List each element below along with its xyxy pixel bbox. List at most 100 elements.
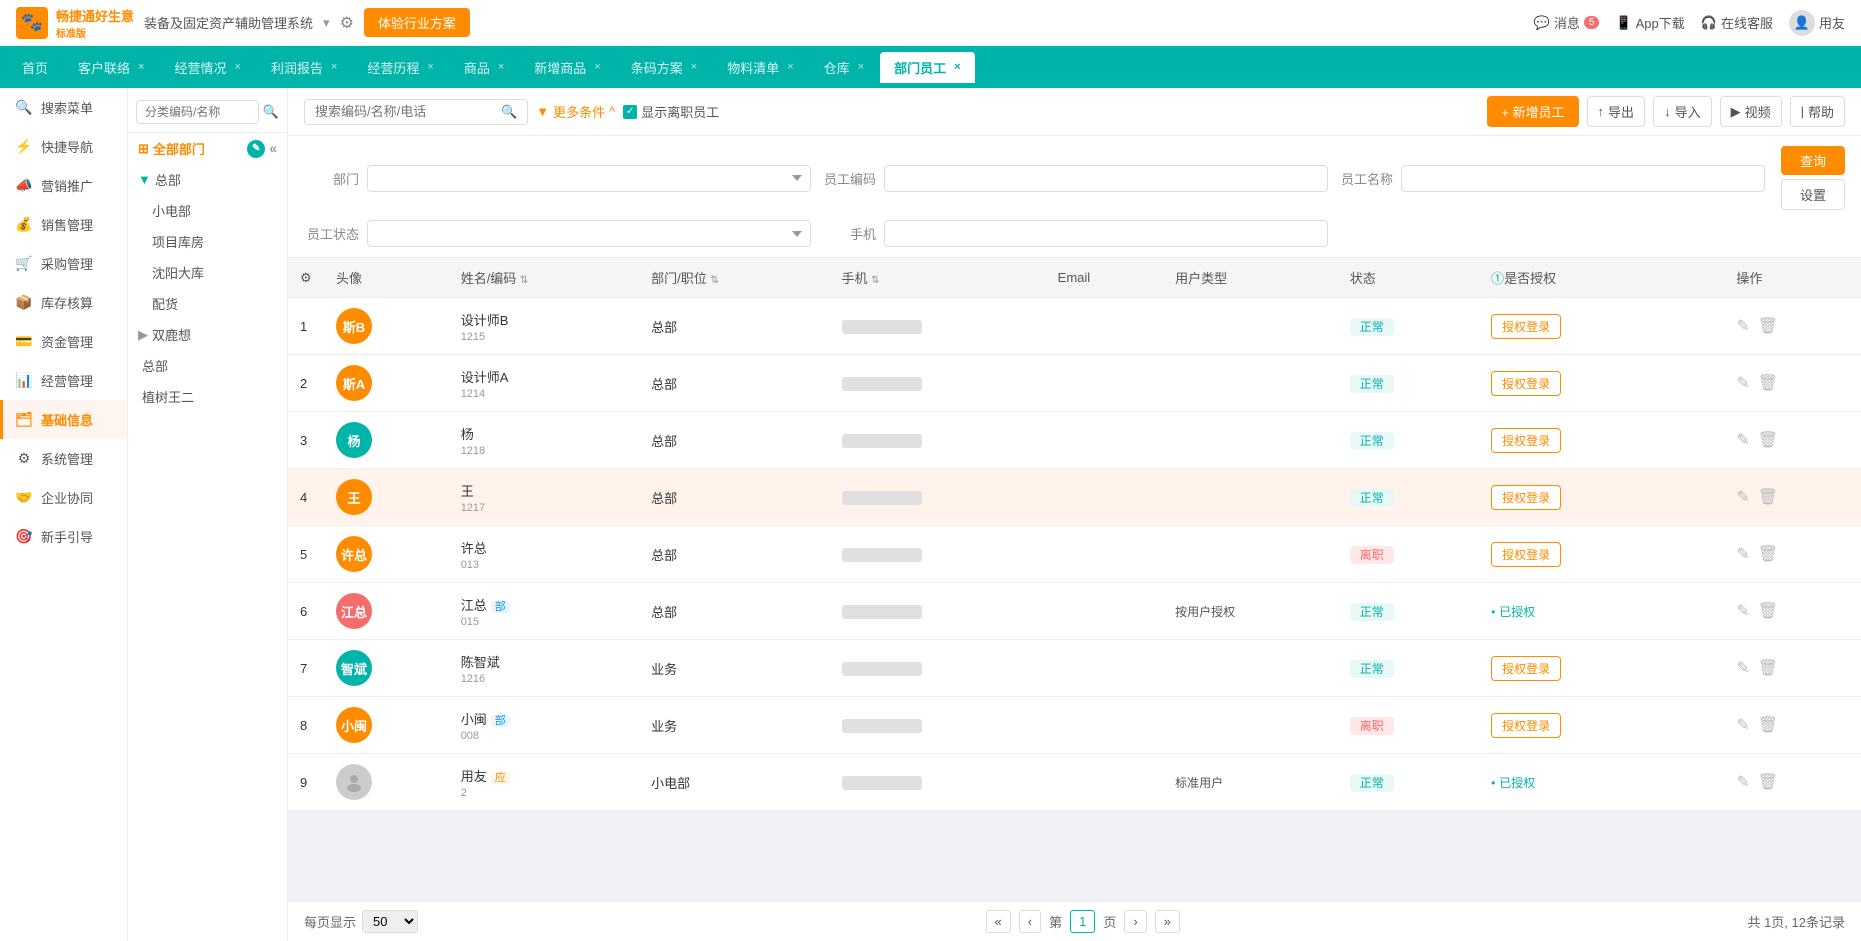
edit-icon[interactable]: ✎ [1736, 544, 1749, 564]
dept-group-header-zongbu[interactable]: ▼ 总部 [128, 164, 287, 195]
export-btn[interactable]: ↑ 导出 [1587, 96, 1646, 127]
col-phone[interactable]: 手机 ⇅ [830, 258, 1046, 298]
tab-business[interactable]: 经营情况 × [160, 52, 254, 83]
tab-process[interactable]: 经营历程 × [353, 52, 447, 83]
tab-department[interactable]: 部门员工 × [880, 52, 974, 83]
dept-item-peihuo[interactable]: 配货 [128, 288, 287, 319]
delete-icon[interactable]: 🗑 [1758, 601, 1778, 621]
edit-icon[interactable]: ✎ [1736, 601, 1749, 621]
auth-login-btn[interactable]: 授权登录 [1491, 371, 1561, 396]
delete-icon[interactable]: 🗑 [1758, 430, 1778, 450]
dropdown-arrow-icon[interactable]: ▾ [323, 15, 330, 31]
dept-group-header-shuanglu[interactable]: ▶ 双鹿想 [128, 319, 287, 350]
dept-item-shenyang[interactable]: 沈阳大库 [128, 257, 287, 288]
sidebar-item-business[interactable]: 📊经营管理 [0, 361, 127, 400]
view-btn[interactable]: ▶ 视频 [1720, 96, 1782, 127]
online-service-btn[interactable]: 🎧 在线客服 [1701, 13, 1773, 32]
close-icon[interactable]: × [787, 61, 793, 73]
message-btn[interactable]: 💬 消息 5 [1534, 13, 1600, 32]
sidebar-item-collab[interactable]: 🤝企业协同 [0, 478, 127, 517]
edit-icon[interactable]: ✎ [1736, 658, 1749, 678]
last-page-btn[interactable]: » [1155, 910, 1180, 933]
filter-settings-btn[interactable]: 设置 [1781, 179, 1845, 210]
edit-icon[interactable]: ✎ [1736, 772, 1749, 792]
sidebar-item-quicknav[interactable]: ⚡快捷导航 [0, 127, 127, 166]
per-page-select[interactable]: 50 100 [362, 910, 418, 933]
tab-barcode[interactable]: 条码方案 × [617, 52, 711, 83]
filter-btn[interactable]: ▼ 更多条件 ^ [536, 102, 615, 121]
help-btn[interactable]: | 帮助 [1790, 96, 1845, 127]
close-icon[interactable]: × [594, 61, 600, 73]
close-icon[interactable]: × [954, 61, 960, 73]
tab-customer[interactable]: 客户联络 × [64, 52, 158, 83]
experience-btn[interactable]: 体验行业方案 [364, 8, 470, 37]
delete-icon[interactable]: 🗑 [1758, 544, 1778, 564]
delete-icon[interactable]: 🗑 [1758, 373, 1778, 393]
auth-login-btn[interactable]: 授权登录 [1491, 485, 1561, 510]
col-settings[interactable]: ⚙ [288, 258, 324, 298]
dept-group-header-zhishu[interactable]: 植树王二 [128, 381, 287, 412]
sidebar-item-basic[interactable]: 🗂基础信息 [0, 400, 127, 439]
dept-item-xiangmu[interactable]: 项目库房 [128, 226, 287, 257]
filter-phone-input[interactable] [884, 220, 1328, 247]
sidebar-item-purchase[interactable]: 🛒采购管理 [0, 244, 127, 283]
all-dept-header[interactable]: ⊞ 全部部门 ✎ « [128, 133, 287, 164]
sidebar-item-sales[interactable]: 💰销售管理 [0, 205, 127, 244]
dept-edit-icon[interactable]: ✎ [247, 140, 265, 158]
add-employee-btn[interactable]: + 新增员工 [1487, 96, 1578, 127]
sidebar-item-guide[interactable]: 🎯新手引导 [0, 517, 127, 556]
edit-icon[interactable]: ✎ [1736, 316, 1749, 336]
show-resigned-toggle[interactable]: ✓ 显示离职员工 [623, 102, 719, 121]
dept-collapse-icon[interactable]: « [269, 140, 277, 158]
filter-dept-select[interactable] [367, 165, 811, 192]
close-icon[interactable]: × [331, 61, 337, 73]
edit-icon[interactable]: ✎ [1736, 430, 1749, 450]
close-icon[interactable]: × [498, 61, 504, 73]
user-btn[interactable]: 👤 用友 [1789, 10, 1845, 36]
edit-icon[interactable]: ✎ [1736, 373, 1749, 393]
sidebar-item-system[interactable]: ⚙系统管理 [0, 439, 127, 478]
delete-icon[interactable]: 🗑 [1758, 658, 1778, 678]
delete-icon[interactable]: 🗑 [1758, 487, 1778, 507]
delete-icon[interactable]: 🗑 [1758, 316, 1778, 336]
dept-item-xiaodianbu[interactable]: 小电部 [128, 195, 287, 226]
first-page-btn[interactable]: « [986, 910, 1011, 933]
table-settings-icon[interactable]: ⚙ [300, 270, 312, 285]
auth-login-btn[interactable]: 授权登录 [1491, 542, 1561, 567]
search-input[interactable] [315, 104, 495, 119]
search-btn[interactable]: 查询 [1781, 146, 1845, 175]
sidebar-item-finance[interactable]: 💳资金管理 [0, 322, 127, 361]
tab-goods[interactable]: 商品 × [450, 52, 518, 83]
tab-add-goods[interactable]: 新增商品 × [520, 52, 614, 83]
filter-empcode-input[interactable] [884, 165, 1328, 192]
close-icon[interactable]: × [427, 61, 433, 73]
col-dept[interactable]: 部门/职位 ⇅ [639, 258, 829, 298]
tab-home[interactable]: 首页 [8, 52, 62, 83]
auth-login-btn[interactable]: 授权登录 [1491, 428, 1561, 453]
auth-login-btn[interactable]: 授权登录 [1491, 656, 1561, 681]
close-icon[interactable]: × [858, 61, 864, 73]
dept-search-input[interactable] [136, 100, 259, 124]
tab-profit[interactable]: 利润报告 × [257, 52, 351, 83]
close-icon[interactable]: × [234, 61, 240, 73]
sidebar-item-search[interactable]: 🔍搜索菜单 [0, 88, 127, 127]
settings-icon[interactable]: ⚙ [340, 13, 354, 33]
tab-warehouse[interactable]: 仓库 × [810, 52, 878, 83]
sidebar-item-marketing[interactable]: 📣营销推广 [0, 166, 127, 205]
close-icon[interactable]: × [691, 61, 697, 73]
filter-status-select[interactable] [367, 220, 811, 247]
edit-icon[interactable]: ✎ [1736, 487, 1749, 507]
search-submit-icon[interactable]: 🔍 [501, 104, 517, 120]
app-download-btn[interactable]: 📱 App下载 [1615, 13, 1684, 32]
next-page-btn[interactable]: › [1124, 910, 1146, 933]
delete-icon[interactable]: 🗑 [1758, 715, 1778, 735]
prev-page-btn[interactable]: ‹ [1019, 910, 1041, 933]
import-btn[interactable]: ↓ 导入 [1653, 96, 1712, 127]
dept-group-header-zongbu2[interactable]: 总部 [128, 350, 287, 381]
close-icon[interactable]: × [138, 61, 144, 73]
sidebar-item-inventory[interactable]: 📦库存核算 [0, 283, 127, 322]
filter-empname-input[interactable] [1401, 165, 1765, 192]
col-name[interactable]: 姓名/编码 ⇅ [449, 258, 639, 298]
dept-search-icon[interactable]: 🔍 [263, 104, 279, 120]
delete-icon[interactable]: 🗑 [1758, 772, 1778, 792]
